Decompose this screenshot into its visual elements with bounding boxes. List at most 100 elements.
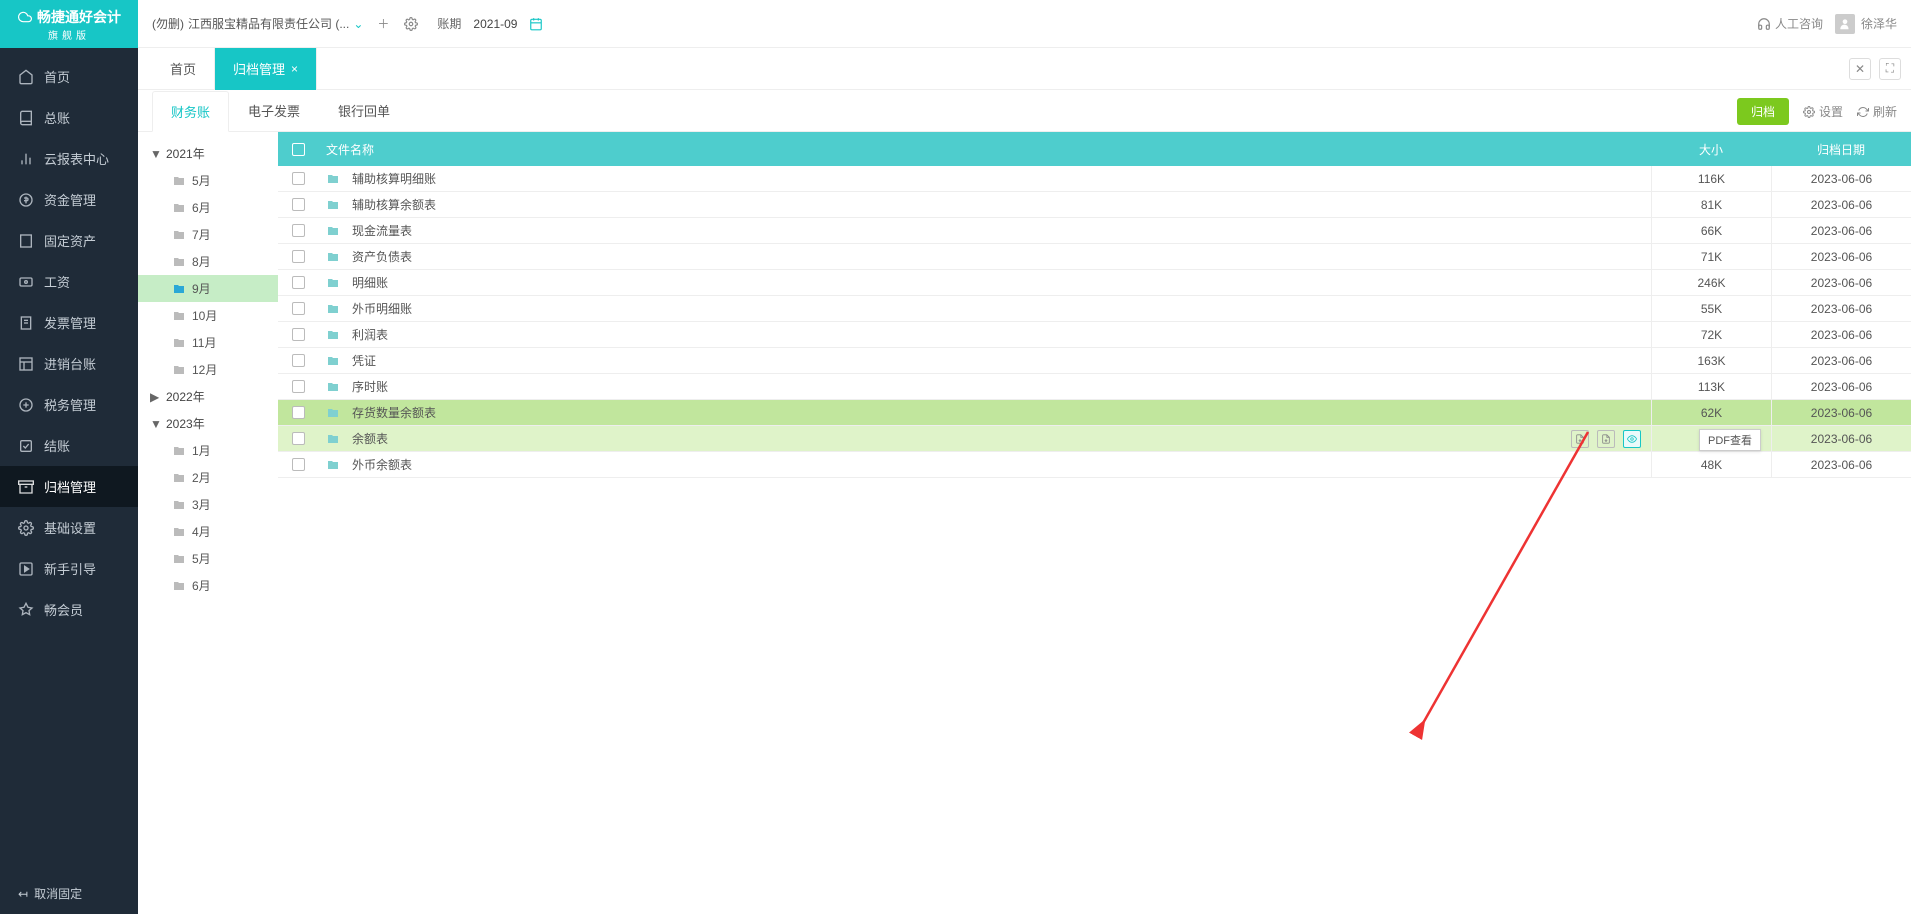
sidebar-item-close[interactable]: 结账 [0, 425, 138, 466]
row-checkbox[interactable] [292, 328, 305, 341]
select-all-checkbox[interactable] [292, 143, 305, 156]
sidebar-item-asset[interactable]: 固定资产 [0, 220, 138, 261]
sub-tab[interactable]: 财务账 [152, 91, 229, 132]
settings-button[interactable]: 设置 [1803, 103, 1843, 120]
row-checkbox[interactable] [292, 250, 305, 263]
close-icon[interactable]: × [291, 62, 298, 76]
logo-subtitle: 旗舰版 [48, 27, 90, 42]
sidebar-item-home[interactable]: 首页 [0, 56, 138, 97]
table-row[interactable]: 利润表72K2023-06-06 [278, 322, 1911, 348]
tree-year[interactable]: ▶2022年 [138, 383, 278, 410]
tree-month[interactable]: 6月 [138, 194, 278, 221]
sidebar-item-tax[interactable]: 税务管理 [0, 384, 138, 425]
add-button[interactable]: ＋ [375, 16, 391, 32]
row-checkbox[interactable] [292, 276, 305, 289]
table-row[interactable]: 现金流量表66K2023-06-06 [278, 218, 1911, 244]
tree-label: 9月 [192, 280, 211, 297]
tree-month[interactable]: 3月 [138, 491, 278, 518]
row-checkbox[interactable] [292, 172, 305, 185]
tree-month[interactable]: 4月 [138, 518, 278, 545]
tree-label: 7月 [192, 226, 211, 243]
tree-label: 6月 [192, 199, 211, 216]
file-size: 163K [1651, 348, 1771, 373]
tree-month[interactable]: 6月 [138, 572, 278, 599]
table-row[interactable]: 外币明细账55K2023-06-06 [278, 296, 1911, 322]
table-row[interactable]: 辅助核算余额表81K2023-06-06 [278, 192, 1911, 218]
sidebar-item-fund[interactable]: 资金管理 [0, 179, 138, 220]
nav-label: 进销台账 [44, 354, 96, 373]
sidebar-item-report[interactable]: 云报表中心 [0, 138, 138, 179]
tree-label: 6月 [192, 577, 211, 594]
gear-icon [1803, 106, 1815, 118]
tree-year[interactable]: ▼2023年 [138, 410, 278, 437]
table-row[interactable]: 存货数量余额表62K2023-06-06 [278, 400, 1911, 426]
tree-month[interactable]: 8月 [138, 248, 278, 275]
company-settings-icon[interactable] [403, 16, 419, 32]
company-selector[interactable]: (勿删) 江西服宝精品有限责任公司 (... ⌄ [152, 15, 363, 32]
logo: 畅捷通好会计 旗舰版 [0, 0, 138, 48]
table-row[interactable]: 凭证163K2023-06-06 [278, 348, 1911, 374]
row-checkbox[interactable] [292, 354, 305, 367]
tree-month[interactable]: 1月 [138, 437, 278, 464]
pdf-view-icon[interactable] [1623, 430, 1641, 448]
wallet-icon [18, 192, 34, 208]
table-row[interactable]: 外币余额表48K2023-06-06 [278, 452, 1911, 478]
row-checkbox[interactable] [292, 224, 305, 237]
main: (勿删) 江西服宝精品有限责任公司 (... ⌄ ＋ 账期 2021-09 人工… [138, 0, 1911, 914]
sidebar-item-ledger[interactable]: 总账 [0, 97, 138, 138]
tree-month[interactable]: 10月 [138, 302, 278, 329]
table-row[interactable]: 资产负债表71K2023-06-06 [278, 244, 1911, 270]
sidebar-item-vip[interactable]: 畅会员 [0, 589, 138, 630]
unpin-button[interactable]: ↤ 取消固定 [0, 873, 138, 914]
calendar-icon[interactable] [529, 17, 543, 31]
tree-month[interactable]: 7月 [138, 221, 278, 248]
tree-label: 5月 [192, 172, 211, 189]
tree-month[interactable]: 11月 [138, 329, 278, 356]
nav-label: 结账 [44, 436, 70, 455]
row-checkbox[interactable] [292, 432, 305, 445]
folder-icon [326, 433, 340, 445]
tree-month[interactable]: 5月 [138, 167, 278, 194]
file-date: 2023-06-06 [1771, 452, 1911, 477]
period-value[interactable]: 2021-09 [473, 17, 517, 31]
file-date: 2023-06-06 [1771, 296, 1911, 321]
table-row[interactable]: 余额表PDF查看3K2023-06-06 [278, 426, 1911, 452]
user-menu[interactable]: 徐泽华 [1835, 14, 1897, 34]
tree-label: 2022年 [166, 388, 205, 405]
sidebar-item-guide[interactable]: 新手引导 [0, 548, 138, 589]
tree-year[interactable]: ▼2021年 [138, 140, 278, 167]
tree-month[interactable]: 5月 [138, 545, 278, 572]
sub-tab[interactable]: 银行回单 [319, 90, 409, 131]
row-checkbox[interactable] [292, 458, 305, 471]
nav-label: 工资 [44, 272, 70, 291]
sidebar-item-stock[interactable]: 进销台账 [0, 343, 138, 384]
sidebar-item-settings[interactable]: 基础设置 [0, 507, 138, 548]
row-checkbox[interactable] [292, 380, 305, 393]
file-name: 利润表 [352, 326, 388, 343]
page-tab[interactable]: 首页 [152, 48, 215, 90]
sidebar-item-archive[interactable]: 归档管理 [0, 466, 138, 507]
row-checkbox[interactable] [292, 406, 305, 419]
sidebar-item-invoice[interactable]: 发票管理 [0, 302, 138, 343]
refresh-button[interactable]: 刷新 [1857, 103, 1897, 120]
tree-month[interactable]: 9月 [138, 275, 278, 302]
excel-download-icon[interactable] [1571, 430, 1589, 448]
archive-button[interactable]: 归档 [1737, 98, 1789, 125]
home-icon [18, 69, 34, 85]
tree-month[interactable]: 12月 [138, 356, 278, 383]
file-size: 113K [1651, 374, 1771, 399]
table-row[interactable]: 明细账246K2023-06-06 [278, 270, 1911, 296]
row-checkbox[interactable] [292, 198, 305, 211]
table-row[interactable]: 序时账113K2023-06-06 [278, 374, 1911, 400]
row-checkbox[interactable] [292, 302, 305, 315]
fullscreen-button[interactable]: ⛶ [1879, 58, 1901, 80]
page-tab[interactable]: 归档管理× [215, 48, 317, 90]
consult-button[interactable]: 人工咨询 [1757, 15, 1823, 32]
sidebar-item-salary[interactable]: 工资 [0, 261, 138, 302]
close-all-button[interactable]: ✕ [1849, 58, 1871, 80]
file-name: 辅助核算明细账 [352, 170, 436, 187]
table-row[interactable]: 辅助核算明细账116K2023-06-06 [278, 166, 1911, 192]
pdf-download-icon[interactable] [1597, 430, 1615, 448]
sub-tab[interactable]: 电子发票 [229, 90, 319, 131]
tree-month[interactable]: 2月 [138, 464, 278, 491]
